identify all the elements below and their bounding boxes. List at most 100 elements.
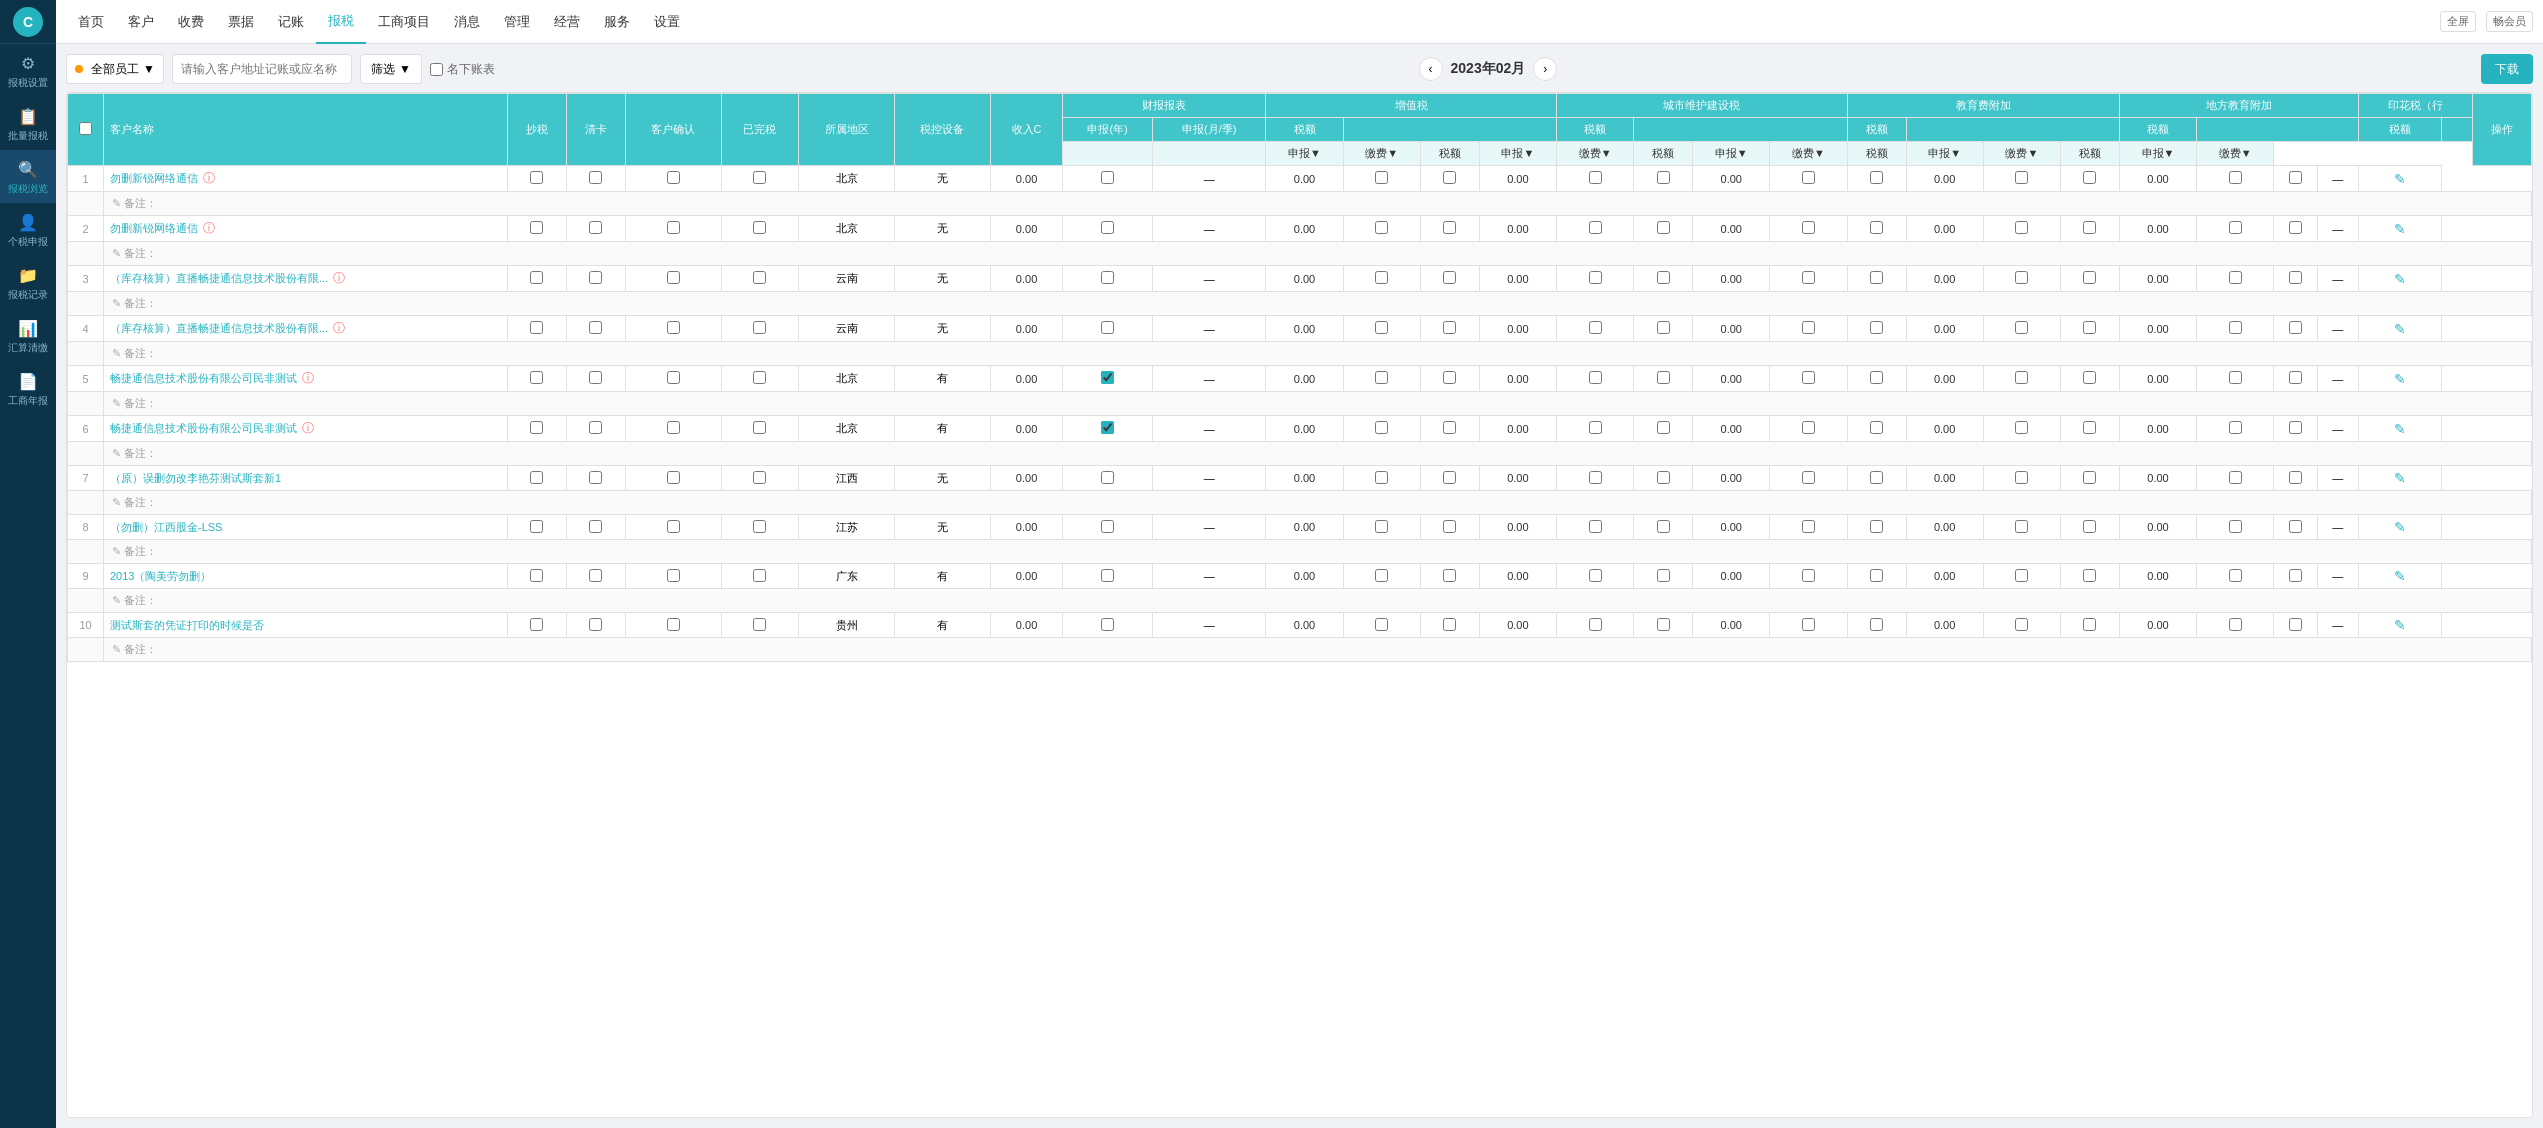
checkbox-cell[interactable]	[1557, 166, 1634, 192]
checkbox-cell[interactable]	[1343, 266, 1420, 292]
checkbox-cell[interactable]	[507, 266, 566, 292]
checkbox-cell[interactable]	[1557, 316, 1634, 342]
checkbox-cell[interactable]	[2274, 166, 2318, 192]
checkbox-cell[interactable]	[2060, 266, 2119, 292]
nav-billing[interactable]: 收费	[166, 0, 216, 44]
checkbox-cell[interactable]	[1420, 266, 1479, 292]
checkbox-cell[interactable]	[1557, 266, 1634, 292]
checkbox-cell[interactable]	[721, 166, 798, 192]
checkbox-cell[interactable]	[507, 216, 566, 242]
checkbox-cell[interactable]	[721, 416, 798, 442]
checkbox-cell[interactable]	[2197, 416, 2274, 442]
operation-cell[interactable]: ✎	[2358, 416, 2441, 442]
operation-cell[interactable]: ✎	[2358, 166, 2441, 192]
checkbox-cell[interactable]	[566, 266, 625, 292]
checkbox-cell[interactable]	[1770, 366, 1847, 392]
checkbox-cell[interactable]	[1847, 366, 1906, 392]
checkbox-cell[interactable]	[1557, 416, 1634, 442]
checkbox-cell[interactable]	[1847, 166, 1906, 192]
checkbox-cell[interactable]	[625, 564, 721, 589]
checkbox-cell[interactable]	[566, 515, 625, 540]
checkbox-cell[interactable]	[566, 416, 625, 442]
checkbox-cell[interactable]	[2274, 515, 2318, 540]
teal-checkbox-cell[interactable]	[1063, 366, 1153, 392]
edit-icon[interactable]: ✎	[2394, 519, 2406, 535]
checkbox-cell[interactable]	[1557, 466, 1634, 491]
checkbox-cell[interactable]	[625, 316, 721, 342]
fullscreen-button[interactable]: 全屏	[2440, 11, 2476, 32]
checkbox-cell[interactable]	[2060, 613, 2119, 638]
checkbox-cell[interactable]	[2197, 466, 2274, 491]
checkbox-cell[interactable]	[1420, 166, 1479, 192]
checkbox-cell[interactable]	[566, 466, 625, 491]
customer-name-link[interactable]: 勿删新锐网络通信	[110, 222, 198, 234]
checkbox-cell[interactable]	[507, 166, 566, 192]
checkbox-cell[interactable]	[1063, 166, 1153, 192]
checkbox-cell[interactable]	[1770, 613, 1847, 638]
checkbox-cell[interactable]	[1983, 316, 2060, 342]
filter-button[interactable]: 筛选 ▼	[360, 54, 422, 84]
checkbox-cell[interactable]	[2197, 216, 2274, 242]
checkbox-cell[interactable]	[507, 366, 566, 392]
checkbox-cell[interactable]	[1634, 316, 1693, 342]
sidebar-item-tax-browse[interactable]: 🔍 报税浏览	[0, 150, 56, 203]
checkbox-cell[interactable]	[1847, 564, 1906, 589]
checkbox-cell[interactable]	[721, 316, 798, 342]
checkbox-cell[interactable]	[1634, 416, 1693, 442]
checkbox-cell[interactable]	[1420, 316, 1479, 342]
operation-cell[interactable]: ✎	[2358, 466, 2441, 491]
edit-icon[interactable]: ✎	[2394, 371, 2406, 387]
checkbox-cell[interactable]	[1983, 613, 2060, 638]
checkbox-cell[interactable]	[1634, 266, 1693, 292]
checkbox-cell[interactable]	[2197, 515, 2274, 540]
checkbox-cell[interactable]	[1983, 216, 2060, 242]
checkbox-cell[interactable]	[1343, 515, 1420, 540]
checkbox-cell[interactable]	[2274, 316, 2318, 342]
customer-name-link[interactable]: 勿删新锐网络通信	[110, 172, 198, 184]
checkbox-cell[interactable]	[566, 366, 625, 392]
checkbox-cell[interactable]	[721, 466, 798, 491]
checkbox-cell[interactable]	[2060, 316, 2119, 342]
checkbox-cell[interactable]	[1847, 515, 1906, 540]
checkbox-cell[interactable]	[1063, 564, 1153, 589]
checkbox-cell[interactable]	[1557, 564, 1634, 589]
checkbox-cell[interactable]	[1770, 466, 1847, 491]
edit-icon[interactable]: ✎	[2394, 321, 2406, 337]
download-button[interactable]: 下载	[2481, 54, 2533, 84]
checkbox-cell[interactable]	[1557, 515, 1634, 540]
edit-icon[interactable]: ✎	[2394, 470, 2406, 486]
checkbox-cell[interactable]	[2274, 466, 2318, 491]
checkbox-cell[interactable]	[1634, 216, 1693, 242]
checkbox-cell[interactable]	[2060, 416, 2119, 442]
checkbox-cell[interactable]	[507, 466, 566, 491]
checkbox-cell[interactable]	[566, 166, 625, 192]
checkbox-cell[interactable]	[625, 266, 721, 292]
checkbox-cell[interactable]	[1847, 266, 1906, 292]
checkbox-cell[interactable]	[566, 613, 625, 638]
checkbox-cell[interactable]	[507, 416, 566, 442]
checkbox-cell[interactable]	[721, 515, 798, 540]
nav-tax[interactable]: 报税	[316, 0, 366, 44]
checkbox-cell[interactable]	[625, 166, 721, 192]
checkbox-cell[interactable]	[1343, 613, 1420, 638]
search-input[interactable]	[172, 54, 352, 84]
checkbox-cell[interactable]	[1420, 416, 1479, 442]
checkbox-cell[interactable]	[1847, 416, 1906, 442]
teal-checkbox-cell[interactable]	[1063, 416, 1153, 442]
checkbox-cell[interactable]	[1634, 564, 1693, 589]
nav-management[interactable]: 管理	[492, 0, 542, 44]
checkbox-cell[interactable]	[1420, 466, 1479, 491]
name-label-checkbox[interactable]: 名下账表	[430, 61, 495, 78]
operation-cell[interactable]: ✎	[2358, 266, 2441, 292]
checkbox-cell[interactable]	[625, 515, 721, 540]
select-all-checkbox[interactable]	[79, 122, 92, 135]
checkbox-cell[interactable]	[2060, 366, 2119, 392]
prev-date-button[interactable]: ‹	[1419, 57, 1443, 81]
customer-name-link[interactable]: 测试斯套的凭证打印的时候是否	[110, 619, 264, 631]
nav-customer[interactable]: 客户	[116, 0, 166, 44]
checkbox-cell[interactable]	[1983, 266, 2060, 292]
checkbox-cell[interactable]	[1557, 613, 1634, 638]
checkbox-cell[interactable]	[1847, 613, 1906, 638]
checkbox-cell[interactable]	[2060, 466, 2119, 491]
checkbox-cell[interactable]	[2197, 316, 2274, 342]
